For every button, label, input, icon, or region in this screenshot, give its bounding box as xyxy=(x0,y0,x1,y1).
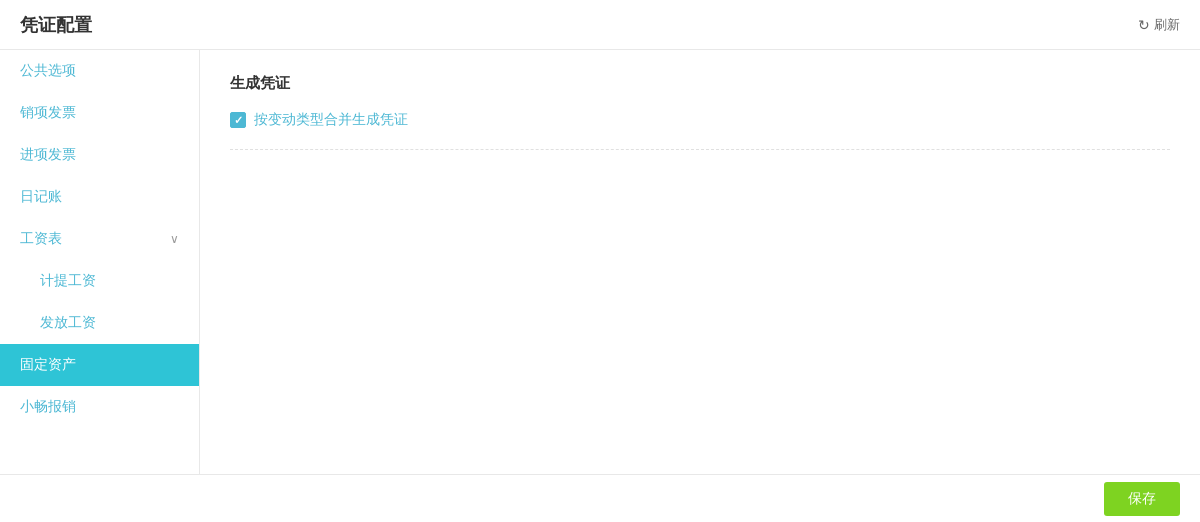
sidebar-item-sales-invoice[interactable]: 销项发票 xyxy=(0,92,199,134)
chevron-down-icon: ∨ xyxy=(170,232,179,246)
refresh-label: 刷新 xyxy=(1154,16,1180,34)
content-area: 生成凭证 按变动类型合并生成凭证 xyxy=(200,50,1200,474)
sidebar: 公共选项销项发票进项发票日记账工资表 ∨ 计提工资发放工资固定资产小畅报销 xyxy=(0,50,200,474)
sidebar-item-journal[interactable]: 日记账 xyxy=(0,176,199,218)
header: 凭证配置 ↻ 刷新 xyxy=(0,0,1200,50)
sidebar-item-purchase-invoice[interactable]: 进项发票 xyxy=(0,134,199,176)
checkbox-label[interactable]: 按变动类型合并生成凭证 xyxy=(254,111,408,129)
sidebar-item-public[interactable]: 公共选项 xyxy=(0,50,199,92)
sidebar-label-fixed-assets: 固定资产 xyxy=(20,356,76,374)
sidebar-item-payment[interactable]: 发放工资 xyxy=(0,302,199,344)
refresh-button[interactable]: ↻ 刷新 xyxy=(1138,16,1180,34)
sidebar-label-journal: 日记账 xyxy=(20,188,62,206)
footer-bar: 保存 xyxy=(0,474,1200,522)
sidebar-item-payroll[interactable]: 工资表 ∨ xyxy=(0,218,199,260)
section-title: 生成凭证 xyxy=(230,74,1170,93)
sidebar-item-fixed-assets[interactable]: 固定资产 xyxy=(0,344,199,386)
merge-by-type-checkbox[interactable] xyxy=(230,112,246,128)
sidebar-label-purchase-invoice: 进项发票 xyxy=(20,146,76,164)
sidebar-label-sales-invoice: 销项发票 xyxy=(20,104,76,122)
refresh-icon: ↻ xyxy=(1138,17,1150,33)
sidebar-label-public: 公共选项 xyxy=(20,62,76,80)
sidebar-label-expense: 小畅报销 xyxy=(20,398,76,416)
main-layout: 公共选项销项发票进项发票日记账工资表 ∨ 计提工资发放工资固定资产小畅报销 生成凭证… xyxy=(0,50,1200,474)
sidebar-label-commission: 计提工资 xyxy=(40,272,96,290)
sidebar-label-payroll: 工资表 xyxy=(20,230,62,248)
section-divider xyxy=(230,149,1170,150)
save-button[interactable]: 保存 xyxy=(1104,482,1180,516)
sidebar-item-expense[interactable]: 小畅报销 xyxy=(0,386,199,428)
sidebar-item-commission[interactable]: 计提工资 xyxy=(0,260,199,302)
sidebar-label-payment: 发放工资 xyxy=(40,314,96,332)
checkbox-row: 按变动类型合并生成凭证 xyxy=(230,111,1170,129)
page-title: 凭证配置 xyxy=(20,13,92,37)
